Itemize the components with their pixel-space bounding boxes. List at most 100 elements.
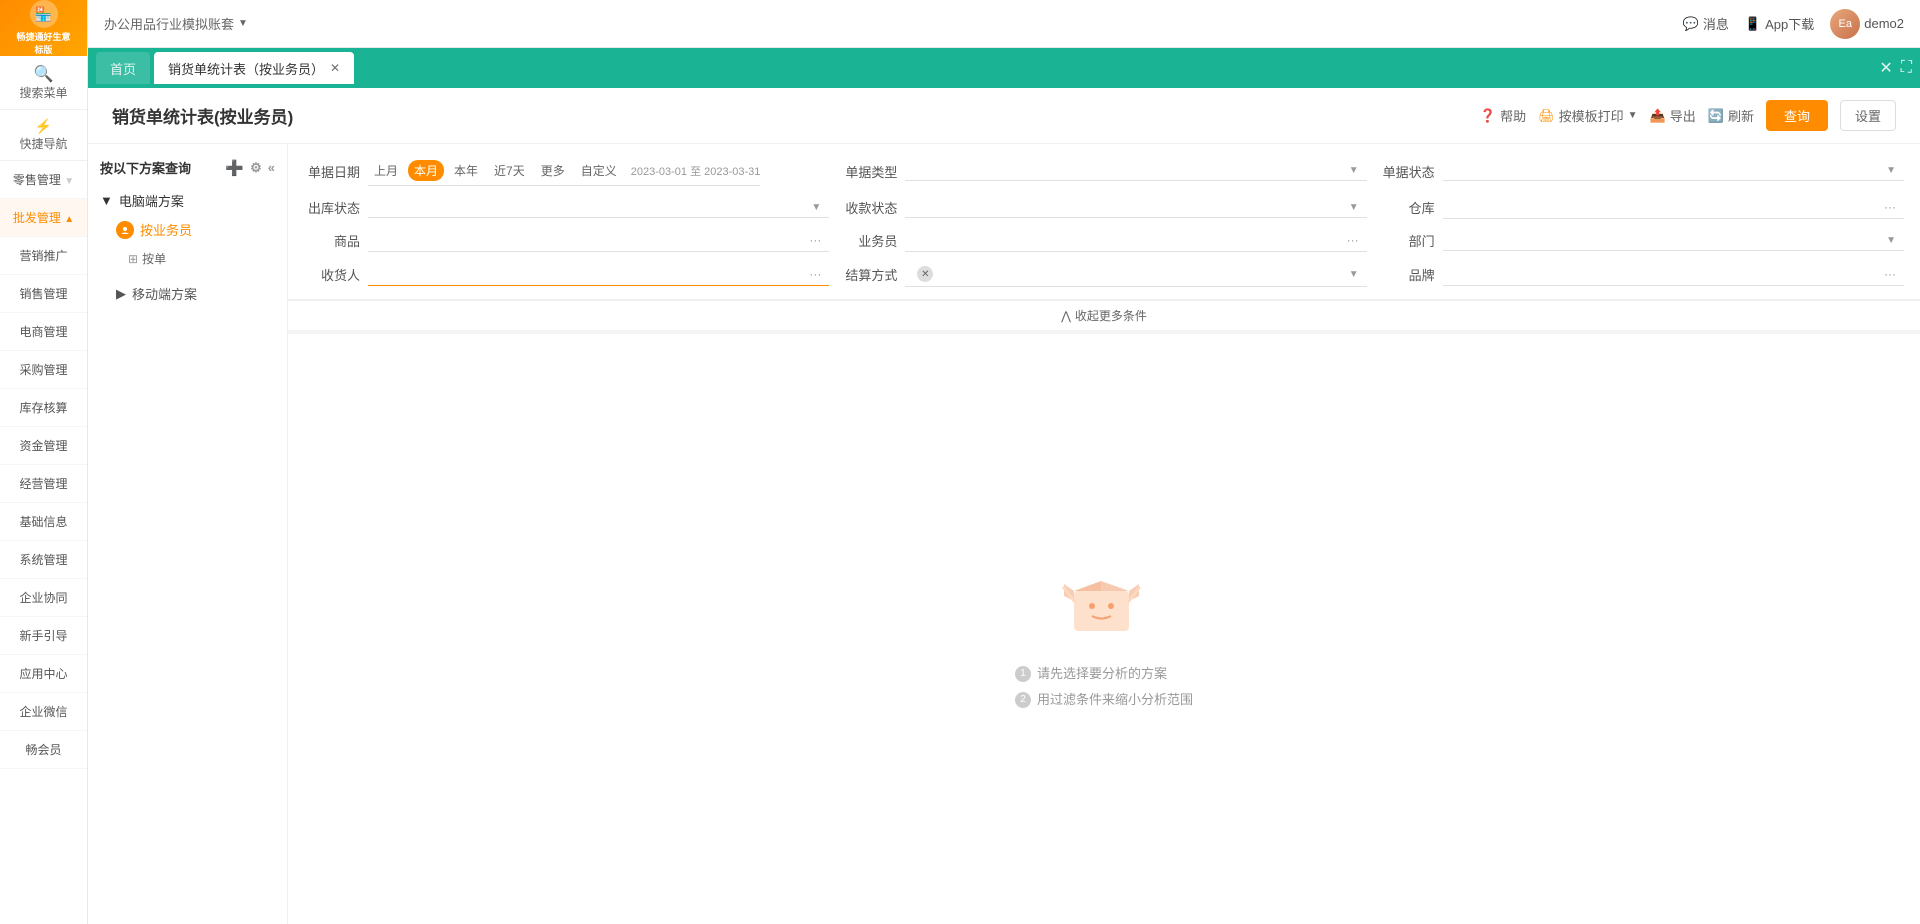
tab-maximize-icon[interactable]: ⛶ [1901,59,1912,77]
warehouse-dots-icon: ··· [1884,200,1896,214]
sidebar-item-ecommerce[interactable]: 电商管理 [0,313,87,351]
print-template-btn[interactable]: 🖨 按模板打印 ▼ [1538,106,1637,125]
export-btn[interactable]: 📤 导出 [1650,106,1696,125]
settlement-tag-close-icon[interactable]: ✕ [917,266,933,282]
header-right: 💬 消息 📱 App下载 Ea demo2 [1683,9,1904,39]
department-label: 部门 [1379,231,1435,250]
scheme-group-mobile-title[interactable]: ▶ 移动端方案 [88,280,287,307]
date-btn-custom[interactable]: 自定义 [575,160,623,181]
scheme-item-by-salesperson[interactable]: 按业务员 [88,214,287,245]
app-download-btn[interactable]: 📱 App下载 [1745,14,1814,33]
empty-tips: 1 请先选择要分析的方案 2 用过滤条件来缩小分析范围 [1015,661,1193,713]
date-filter-label: 单据日期 [304,162,360,181]
sub-scheme-icon: ⊞ [128,252,138,266]
sidebar-item-newbie[interactable]: 新手引导 [0,617,87,655]
scheme-group-desktop: ▼ 电脑端方案 按业务员 ⊞ 按单 [88,183,287,276]
export-icon: 📤 [1650,108,1666,124]
left-panel-header: 按以下方案查询 ➕ ⚙ « [88,152,287,183]
payment-arrow-icon: ▼ [1349,202,1359,213]
date-btn-this-month[interactable]: 本月 [408,160,444,181]
outbound-select[interactable]: ▼ [368,198,829,218]
warehouse-select[interactable]: ··· [1443,196,1904,219]
sidebar-business-label: 经营管理 [19,477,67,491]
tip-1-num: 1 [1015,666,1031,682]
empty-illustration [1054,546,1154,649]
sidebar-purchase-label: 采购管理 [19,363,67,377]
sidebar-item-marketing[interactable]: 营销推广 [0,237,87,275]
receiver-select[interactable]: ··· [368,263,829,286]
product-label: 商品 [304,231,360,250]
product-select[interactable]: ··· [368,229,829,252]
filter-item-doc-status: 单据状态 ▼ [1379,156,1904,186]
scheme-group-mobile-label: 移动端方案 [132,284,197,303]
edit-scheme-icon[interactable]: ⚙ [250,160,262,176]
sidebar-item-member[interactable]: 畅会员 [0,731,87,769]
tab-report[interactable]: 销货单统计表（按业务员） ✕ [154,52,354,84]
app-download-label: App下载 [1765,14,1814,33]
sidebar-item-wechat[interactable]: 企业微信 [0,693,87,731]
warehouse-label: 仓库 [1379,198,1435,217]
sidebar-item-appstore[interactable]: 应用中心 [0,655,87,693]
department-select[interactable]: ▼ [1443,231,1904,251]
salesperson-select[interactable]: ··· [905,229,1366,252]
refresh-btn[interactable]: 🔄 刷新 [1708,106,1754,125]
sidebar-search[interactable]: 🔍 搜索菜单 [0,56,87,110]
brand-select[interactable]: ··· [1443,263,1904,286]
content-body: 按以下方案查询 ➕ ⚙ « ▼ 电脑端方案 [88,144,1920,924]
brand-label: 品牌 [1379,265,1435,284]
sidebar-item-system[interactable]: 系统管理 [0,541,87,579]
tab-home[interactable]: 首页 [96,52,150,84]
user-menu[interactable]: Ea demo2 [1830,9,1904,39]
sidebar-item-business[interactable]: 经营管理 [0,465,87,503]
filter-item-doc-type: 单据类型 ▼ [841,156,1366,186]
help-btn[interactable]: ❓ 帮助 [1480,106,1526,125]
username-label: demo2 [1864,16,1904,31]
page-header: 销货单统计表(按业务员) ❓ 帮助 🖨 按模板打印 ▼ 📤 导出 🔄 刷新 [88,88,1920,144]
scheme-group-mobile: ▶ 移动端方案 [88,276,287,311]
date-btn-last-month[interactable]: 上月 [368,160,404,181]
message-btn[interactable]: 💬 消息 [1683,14,1729,33]
query-button[interactable]: 查询 [1766,100,1828,131]
settlement-select[interactable]: ✕ ▼ [905,262,1366,287]
chevron-down-icon: ▼ [238,18,248,29]
sidebar-item-retail[interactable]: 零售管理 ▼ [0,161,87,199]
sidebar-item-enterprise[interactable]: 企业协同 [0,579,87,617]
page-area: 销货单统计表(按业务员) ❓ 帮助 🖨 按模板打印 ▼ 📤 导出 🔄 刷新 [88,88,1920,924]
message-label: 消息 [1703,14,1729,33]
filter-item-date: 单据日期 上月 本月 本年 近7天 更多 自定义 2023-03-01 至 20… [304,156,829,186]
sidebar-item-wholesale[interactable]: 批发管理 ▲ [0,199,87,237]
add-scheme-icon[interactable]: ➕ [225,159,244,177]
sidebar-quick-nav[interactable]: ⚡ 快捷导航 [0,110,87,161]
payment-select[interactable]: ▼ [905,198,1366,218]
doc-type-arrow-icon: ▼ [1349,165,1359,176]
tab-close-window-icon[interactable]: ✕ [1879,58,1892,78]
date-btn-7days[interactable]: 近7天 [488,160,531,181]
settings-button[interactable]: 设置 [1840,100,1896,131]
sidebar-item-basic[interactable]: 基础信息 [0,503,87,541]
company-dropdown[interactable]: 办公用品行业模拟账套 ▼ [104,14,248,33]
collapse-btn[interactable]: ⋀ 收起更多条件 [288,300,1920,330]
tab-close-icon[interactable]: ✕ [330,61,340,75]
avatar: Ea [1830,9,1860,39]
sidebar-sales-label: 销售管理 [19,287,67,301]
sidebar-item-purchase[interactable]: 采购管理 [0,351,87,389]
date-btn-this-year[interactable]: 本年 [448,160,484,181]
date-btn-more[interactable]: 更多 [535,160,571,181]
scheme-sub-item-by-order[interactable]: ⊞ 按单 [88,245,287,272]
tip-2-num: 2 [1015,692,1031,708]
department-arrow-icon: ▼ [1886,235,1896,246]
sidebar-item-inventory[interactable]: 库存核算 [0,389,87,427]
logo-text: 畅捷通好生意 [16,30,70,43]
doc-status-select[interactable]: ▼ [1443,161,1904,181]
filter-item-department: 部门 ▼ [1379,229,1904,252]
sidebar-marketing-label: 营销推广 [19,249,67,263]
sidebar-item-sales[interactable]: 销售管理 [0,275,87,313]
doc-type-select[interactable]: ▼ [905,161,1366,181]
scheme-group-desktop-title[interactable]: ▼ 电脑端方案 [88,187,287,214]
sidebar-item-finance[interactable]: 资金管理 [0,427,87,465]
sidebar-search-label: 搜索菜单 [0,84,87,101]
tab-bar-actions: ✕ ⛶ [1879,58,1912,78]
collapse-panel-icon[interactable]: « [268,160,275,175]
sidebar-finance-label: 资金管理 [19,439,67,453]
sidebar-basic-label: 基础信息 [19,515,67,529]
